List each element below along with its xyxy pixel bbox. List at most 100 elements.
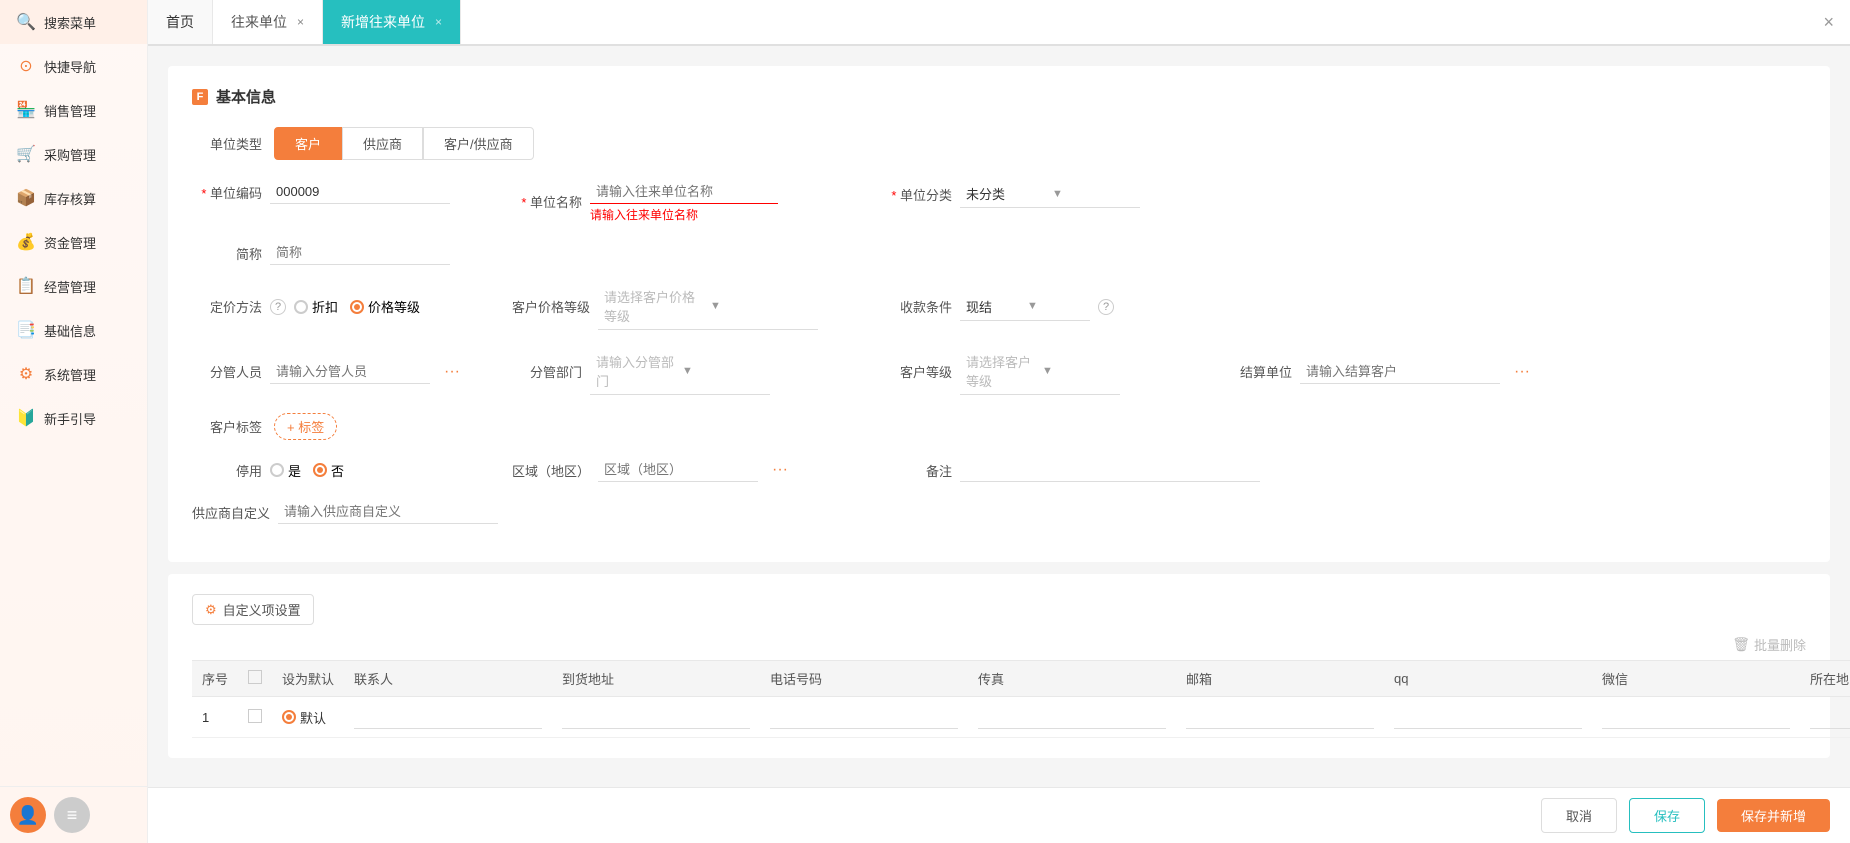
settle-unit-more-btn[interactable]: ··· xyxy=(1508,363,1536,381)
sidebar-item-label: 资金管理 xyxy=(44,233,96,252)
pricing-discount-label: 折扣 xyxy=(312,297,338,316)
disabled-area-remark-row: 停用 是 否 区域（地区） ··· xyxy=(192,458,1806,482)
supplier-custom-row: 供应商自定义 xyxy=(192,500,1806,524)
customer-price-select[interactable]: 请选择客户价格等级 ▼ xyxy=(598,283,818,330)
sidebar-item-sales[interactable]: 🏪 销售管理 xyxy=(0,88,147,132)
save-new-button[interactable]: 保存并新增 xyxy=(1717,799,1830,832)
customer-level-select[interactable]: 请选择客户等级 ▼ xyxy=(960,348,1120,395)
sidebar-item-basic[interactable]: 📑 基础信息 xyxy=(0,308,147,352)
cell-email xyxy=(1176,697,1384,738)
qq-input[interactable] xyxy=(1394,705,1582,729)
payment-help-icon[interactable]: ? xyxy=(1098,299,1114,315)
customer-level-placeholder: 请选择客户等级 xyxy=(966,352,1038,390)
area-cell-input[interactable] xyxy=(1810,705,1850,729)
cell-phone xyxy=(760,697,968,738)
pricing-label: 定价方法 xyxy=(192,297,262,316)
unit-type-row: 单位类型 客户 供应商 客户/供应商 xyxy=(192,127,1806,160)
col-seq: 序号 xyxy=(192,661,238,697)
unit-category-label: 单位分类 xyxy=(882,185,952,204)
tab-partners-close[interactable]: × xyxy=(297,15,304,29)
sidebar-item-system[interactable]: ⚙ 系统管理 xyxy=(0,352,147,396)
cancel-button[interactable]: 取消 xyxy=(1541,798,1617,833)
disabled-field: 停用 是 否 xyxy=(192,461,512,480)
manager-field: 分管人员 ··· xyxy=(192,360,512,384)
basic-info-card: F 基本信息 单位类型 客户 供应商 客户/供应商 单位编码 xyxy=(168,66,1830,562)
tab-new-partner[interactable]: 新增往来单位 × xyxy=(323,0,461,44)
sidebar-footer: 👤 ≡ xyxy=(0,786,147,843)
cell-qq xyxy=(1384,697,1592,738)
cell-default: 默认 xyxy=(272,697,344,738)
tags-label: 客户标签 xyxy=(192,417,262,436)
type-btn-both[interactable]: 客户/供应商 xyxy=(423,127,534,160)
sidebar-item-guide[interactable]: 🔰 新手引导 xyxy=(0,396,147,440)
disabled-yes-radio[interactable]: 是 xyxy=(270,461,301,480)
default-radio[interactable]: 默认 xyxy=(282,708,334,727)
unit-code-input[interactable] xyxy=(270,180,450,204)
manager-input[interactable] xyxy=(270,360,430,384)
unit-type-field: 单位类型 客户 供应商 客户/供应商 xyxy=(192,127,534,160)
pricing-help-icon[interactable]: ? xyxy=(270,299,286,315)
settle-unit-label: 结算单位 xyxy=(1222,362,1292,381)
payment-select[interactable]: 现结 ▼ xyxy=(960,293,1090,321)
tab-partners[interactable]: 往来单位 × xyxy=(213,0,323,44)
section-title-icon: F xyxy=(192,89,208,105)
pricing-level-radio-circle xyxy=(350,300,364,314)
payment-field: 收款条件 现结 ▼ ? xyxy=(882,293,1222,321)
unit-name-input[interactable] xyxy=(590,180,778,204)
disabled-no-label: 否 xyxy=(331,461,344,480)
disabled-no-circle xyxy=(313,463,327,477)
wechat-input[interactable] xyxy=(1602,705,1790,729)
col-phone: 电话号码 xyxy=(760,661,968,697)
contacts-table: 序号 设为默认 联系人 到货地址 电话号码 传真 邮箱 qq 微信 所在地区 操… xyxy=(192,660,1850,738)
settle-unit-input[interactable] xyxy=(1300,360,1500,384)
sidebar-footer-btn-1[interactable]: 👤 xyxy=(10,797,46,833)
unit-category-select[interactable]: 未分类 ▼ xyxy=(960,180,1140,208)
row-checkbox[interactable] xyxy=(248,709,262,723)
disabled-no-radio[interactable]: 否 xyxy=(313,461,344,480)
sidebar-item-label: 快捷导航 xyxy=(44,57,96,76)
save-button[interactable]: 保存 xyxy=(1629,798,1705,833)
pricing-level-radio[interactable]: 价格等级 xyxy=(350,297,420,316)
remark-input[interactable] xyxy=(960,458,1260,482)
sidebar-item-quicknav[interactable]: ⊙ 快捷导航 xyxy=(0,44,147,88)
select-all-checkbox[interactable] xyxy=(248,670,262,684)
manager-label: 分管人员 xyxy=(192,362,262,381)
manager-more-btn[interactable]: ··· xyxy=(438,363,466,381)
customer-level-label: 客户等级 xyxy=(882,362,952,381)
tab-home[interactable]: 首页 xyxy=(148,0,213,44)
area-input[interactable] xyxy=(598,458,758,482)
remark-label: 备注 xyxy=(882,461,952,480)
disabled-radio-group: 是 否 xyxy=(270,461,344,480)
type-btn-supplier[interactable]: 供应商 xyxy=(342,127,423,160)
add-tag-button[interactable]: + 标签 xyxy=(274,413,337,440)
short-name-input[interactable] xyxy=(270,241,450,265)
address-input[interactable] xyxy=(562,705,750,729)
pricing-level-label: 价格等级 xyxy=(368,297,420,316)
contact-input[interactable] xyxy=(354,705,542,729)
sidebar-footer-btn-2[interactable]: ≡ xyxy=(54,797,90,833)
dept-select[interactable]: 请输入分管部门 ▼ xyxy=(590,348,770,395)
supplier-custom-input[interactable] xyxy=(278,500,498,524)
fax-input[interactable] xyxy=(978,705,1166,729)
area-field: 区域（地区） ··· xyxy=(512,458,882,482)
area-more-btn[interactable]: ··· xyxy=(766,461,794,479)
unit-name-label: 单位名称 xyxy=(512,192,582,211)
batch-delete-label[interactable]: 批量删除 xyxy=(1754,635,1806,654)
sidebar-item-finance[interactable]: 💰 资金管理 xyxy=(0,220,147,264)
type-btn-customer[interactable]: 客户 xyxy=(274,127,342,160)
tabbar-global-close[interactable]: × xyxy=(1819,8,1838,37)
email-input[interactable] xyxy=(1186,705,1374,729)
pricing-discount-radio[interactable]: 折扣 xyxy=(294,297,338,316)
customer-price-chevron: ▼ xyxy=(710,300,812,312)
quicknav-icon: ⊙ xyxy=(16,56,36,76)
sidebar-item-operation[interactable]: 📋 经营管理 xyxy=(0,264,147,308)
tab-new-partner-close[interactable]: × xyxy=(435,15,442,29)
area-label: 区域（地区） xyxy=(512,461,590,480)
contact-card: ⚙ 自定义项设置 🗑 批量删除 序号 设为默认 联系人 到货地址 电话号码 xyxy=(168,574,1830,758)
custom-settings-button[interactable]: ⚙ 自定义项设置 xyxy=(192,594,314,625)
sidebar-item-search[interactable]: 🔍 搜索菜单 xyxy=(0,0,147,44)
section-title: F 基本信息 xyxy=(192,86,1806,107)
sidebar-item-inventory[interactable]: 📦 库存核算 xyxy=(0,176,147,220)
phone-input[interactable] xyxy=(770,705,958,729)
sidebar-item-purchase[interactable]: 🛒 采购管理 xyxy=(0,132,147,176)
